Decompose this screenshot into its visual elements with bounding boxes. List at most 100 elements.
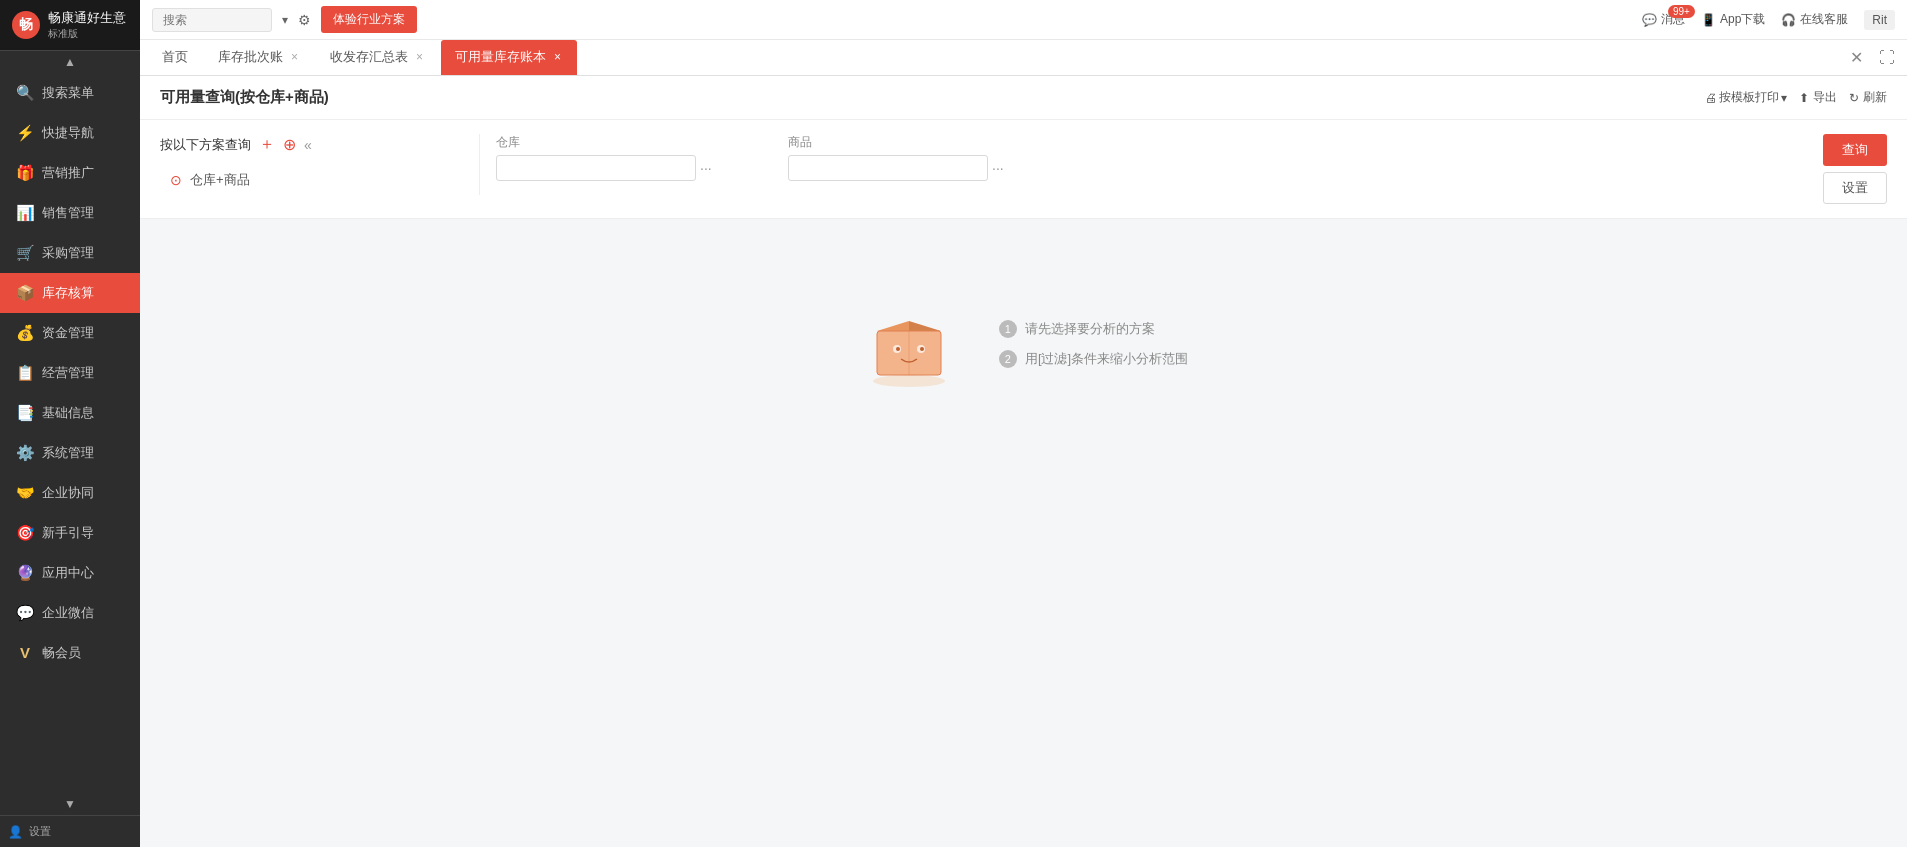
brand-tag: 标准版 (48, 27, 126, 40)
sidebar-item-label: 畅会员 (42, 644, 81, 662)
scheme-settings-btn[interactable]: ⊕ (283, 135, 296, 154)
sidebar-item-search[interactable]: 🔍 搜索菜单 (0, 73, 140, 113)
scheme-item-label: 仓库+商品 (190, 171, 250, 189)
topbar-industry-btn[interactable]: 体验行业方案 (321, 6, 417, 33)
sidebar-item-appcenter[interactable]: 🔮 应用中心 (0, 553, 140, 593)
tab-home[interactable]: 首页 (148, 40, 202, 75)
query-btn[interactable]: 查询 (1823, 134, 1887, 166)
scheme-collapse-btn[interactable]: « (304, 137, 312, 153)
topbar-dropdown-btn[interactable]: ▾ (282, 13, 288, 27)
hint-num-2: 2 (999, 350, 1017, 368)
sidebar-item-quicknav[interactable]: ⚡ 快捷导航 (0, 113, 140, 153)
export-btn[interactable]: ⬆ 导出 (1799, 89, 1837, 106)
svg-point-5 (896, 347, 900, 351)
page-header-actions: 🖨 按模板打印 ▾ ⬆ 导出 ↻ 刷新 (1705, 89, 1887, 106)
sidebar-item-label: 快捷导航 (42, 124, 94, 142)
tabbar-expand-btn[interactable]: ⛶ (1875, 47, 1899, 69)
print-btn[interactable]: 🖨 按模板打印 ▾ (1705, 89, 1787, 106)
action-btns: 查询 设置 (1813, 134, 1887, 204)
sidebar-item-label: 经营管理 (42, 364, 94, 382)
sidebar-item-label: 销售管理 (42, 204, 94, 222)
product-dots-btn[interactable]: ··· (992, 160, 1004, 176)
warehouse-field-label: 仓库 (496, 134, 776, 151)
sidebar-item-marketing[interactable]: 🎁 营销推广 (0, 153, 140, 193)
sidebar-item-label: 基础信息 (42, 404, 94, 422)
refresh-btn[interactable]: ↻ 刷新 (1849, 89, 1887, 106)
topbar-service-btn[interactable]: 🎧 在线客服 (1781, 11, 1848, 28)
phone-icon: 📱 (1701, 13, 1716, 27)
sidebar-item-operation[interactable]: 📋 经营管理 (0, 353, 140, 393)
sidebar-item-enterprise[interactable]: 🤝 企业协同 (0, 473, 140, 513)
hint-text-2: 用[过滤]条件来缩小分析范围 (1025, 350, 1188, 368)
page-header: 可用量查询(按仓库+商品) 🖨 按模板打印 ▾ ⬆ 导出 ↻ 刷新 (140, 76, 1907, 120)
basic-icon: 📑 (16, 404, 34, 422)
sidebar-item-purchase[interactable]: 🛒 采购管理 (0, 233, 140, 273)
table-settings-btn[interactable]: 设置 (1823, 172, 1887, 204)
scheme-add-btn[interactable]: ＋ (259, 134, 275, 155)
member-icon: V (16, 644, 34, 661)
scheme-item-warehouse-product[interactable]: ⊙ 仓库+商品 (160, 165, 465, 195)
app-icon: 🔮 (16, 564, 34, 582)
sidebar-scroll-up-btn[interactable]: ▲ (0, 51, 140, 73)
tab-recv-summary[interactable]: 收发存汇总表 × (316, 40, 439, 75)
filter-scheme-header: 按以下方案查询 ＋ ⊕ « (160, 134, 465, 155)
dropdown-chevron-icon: ▾ (1781, 91, 1787, 105)
topbar: ▾ ⚙ 体验行业方案 💬 消息 99+ 📱 App下载 🎧 在线客服 Rit (140, 0, 1907, 40)
wechat-icon: 💬 (16, 604, 34, 622)
sidebar-item-label: 应用中心 (42, 564, 94, 582)
brand-icon: 畅 (12, 11, 40, 39)
sidebar-scroll-down-btn[interactable]: ▼ (0, 793, 140, 815)
sidebar: 畅 畅康通好生意 标准版 ▲ 🔍 搜索菜单 ⚡ 快捷导航 🎁 营销推广 📊 销售… (0, 0, 140, 847)
empty-state-inner: 1 请先选择要分析的方案 2 用[过滤]条件来缩小分析范围 (859, 299, 1188, 389)
topbar-app-btn[interactable]: 📱 App下载 (1701, 11, 1765, 28)
tabbar-right: ✕ ⛶ (1846, 40, 1899, 75)
sidebar-item-sales[interactable]: 📊 销售管理 (0, 193, 140, 233)
tab-available-inventory[interactable]: 可用量库存账本 × (441, 40, 577, 75)
enterprise-icon: 🤝 (16, 484, 34, 502)
tab-available-inventory-label: 可用量库存账本 (455, 48, 546, 66)
sidebar-item-label: 新手引导 (42, 524, 94, 542)
topbar-search-input[interactable] (152, 8, 272, 32)
sidebar-item-finance[interactable]: 💰 资金管理 (0, 313, 140, 353)
msg-badge: 99+ (1668, 5, 1695, 18)
svg-point-0 (873, 375, 945, 387)
sidebar-item-member[interactable]: V 畅会员 (0, 633, 140, 673)
sidebar-item-wechat[interactable]: 💬 企业微信 (0, 593, 140, 633)
filter-area: 按以下方案查询 ＋ ⊕ « ⊙ 仓库+商品 仓库 ··· (140, 120, 1907, 219)
tab-recv-summary-label: 收发存汇总表 (330, 48, 408, 66)
tab-recv-summary-close[interactable]: × (414, 50, 425, 64)
brand-text: 畅康通好生意 标准版 (48, 10, 126, 40)
svg-point-6 (920, 347, 924, 351)
filter-scheme-panel: 按以下方案查询 ＋ ⊕ « ⊙ 仓库+商品 (160, 134, 480, 195)
topbar-msg-btn[interactable]: 💬 消息 99+ (1642, 11, 1685, 28)
sidebar-item-inventory[interactable]: 📦 库存核算 (0, 273, 140, 313)
tab-available-inventory-close[interactable]: × (552, 50, 563, 64)
brand-name: 畅康通好生意 (48, 10, 126, 27)
tabbar-close-btn[interactable]: ✕ (1846, 46, 1867, 69)
warehouse-input[interactable] (496, 155, 696, 181)
gear-icon: ⚙️ (16, 444, 34, 462)
warehouse-dots-btn[interactable]: ··· (700, 160, 712, 176)
printer-icon: 🖨 (1705, 91, 1717, 105)
hint-text-1: 请先选择要分析的方案 (1025, 320, 1155, 338)
inventory-icon: 📦 (16, 284, 34, 302)
tab-home-label: 首页 (162, 48, 188, 66)
sidebar-bottom: 👤 设置 (0, 815, 140, 847)
sidebar-item-basic[interactable]: 📑 基础信息 (0, 393, 140, 433)
sidebar-item-system[interactable]: ⚙️ 系统管理 (0, 433, 140, 473)
sidebar-item-label: 搜索菜单 (42, 84, 94, 102)
main-content: ▾ ⚙ 体验行业方案 💬 消息 99+ 📱 App下载 🎧 在线客服 Rit (140, 0, 1907, 847)
sidebar-item-label: 企业微信 (42, 604, 94, 622)
product-input[interactable] (788, 155, 988, 181)
product-field-label: 商品 (788, 134, 1068, 151)
tab-inventory-batch[interactable]: 库存批次账 × (204, 40, 314, 75)
sidebar-item-label: 资金管理 (42, 324, 94, 342)
sidebar-item-label: 系统管理 (42, 444, 94, 462)
sidebar-nav: 🔍 搜索菜单 ⚡ 快捷导航 🎁 营销推广 📊 销售管理 🛒 采购管理 📦 库存核… (0, 73, 140, 793)
filter-scheme-title: 按以下方案查询 (160, 136, 251, 154)
sidebar-item-guide[interactable]: 🎯 新手引导 (0, 513, 140, 553)
gift-icon: 🎁 (16, 164, 34, 182)
topbar-user-btn[interactable]: Rit (1864, 10, 1895, 30)
topbar-gear-btn[interactable]: ⚙ (298, 12, 311, 28)
tab-inventory-batch-close[interactable]: × (289, 50, 300, 64)
